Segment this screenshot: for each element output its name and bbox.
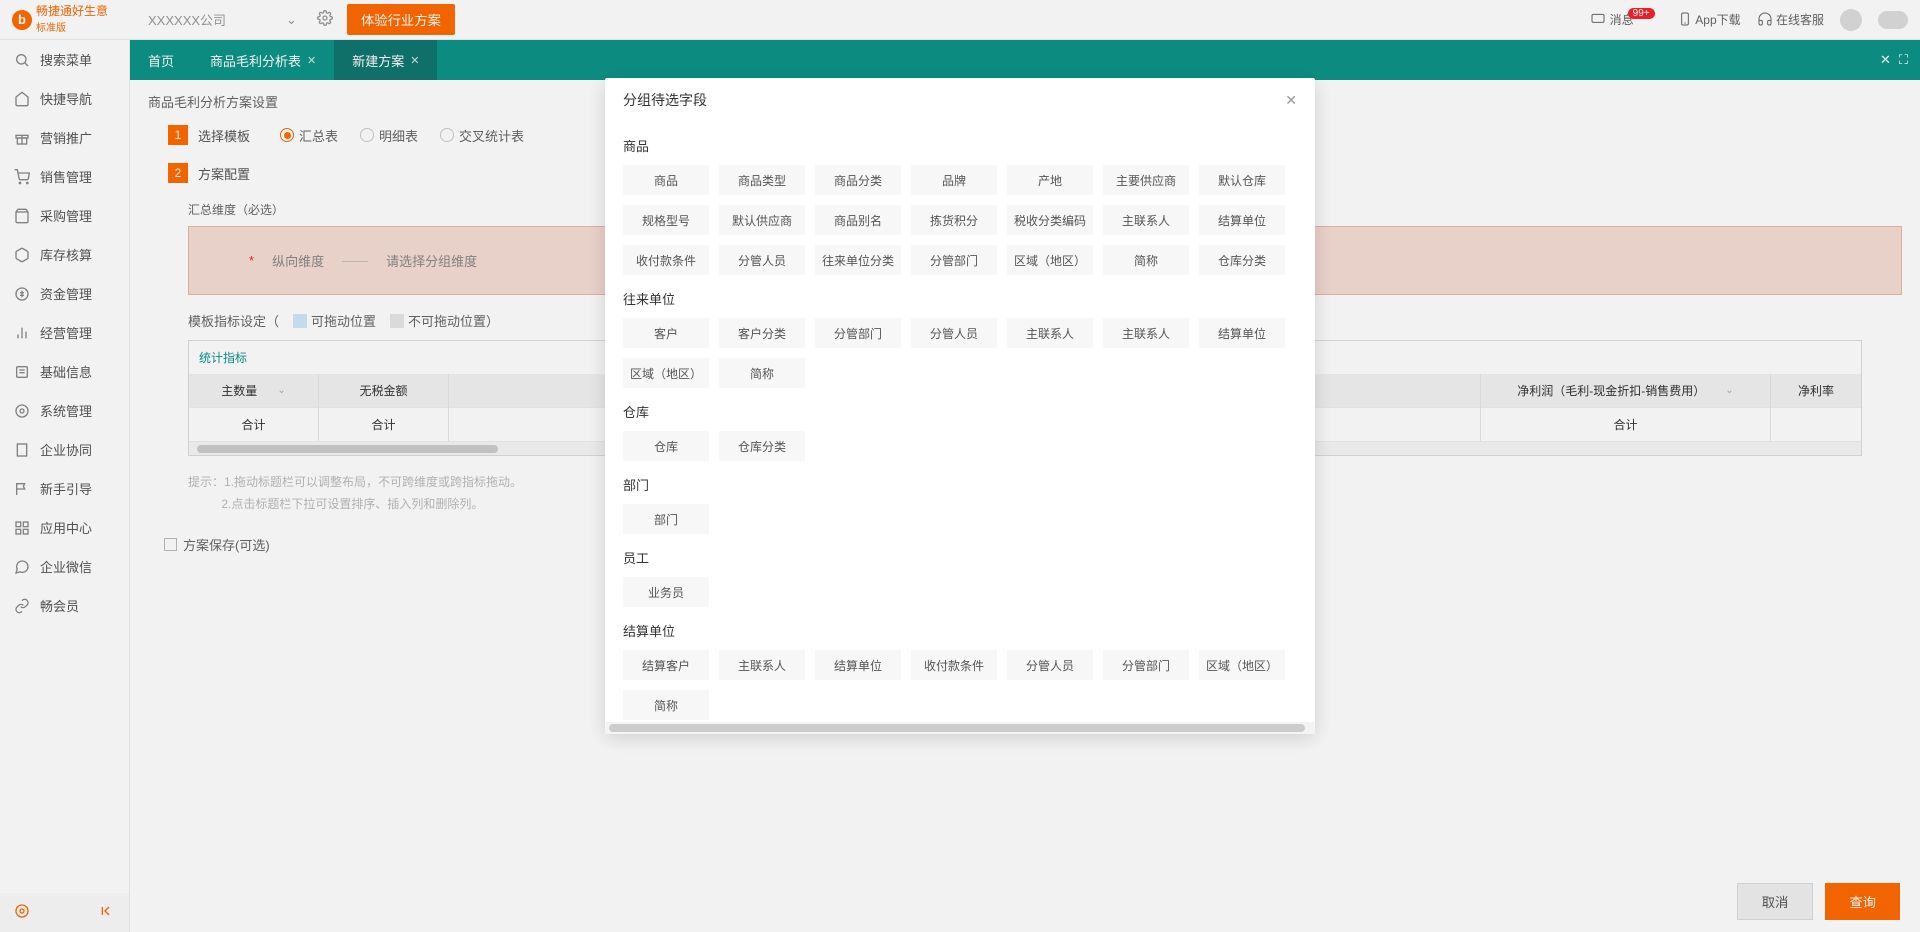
modal-close-button[interactable]: ✕: [1285, 92, 1297, 109]
modal-mask: 分组待选字段 ✕ 商品商品商品类型商品分类品牌产地主要供应商默认仓库规格型号默认…: [0, 0, 1920, 932]
field-tag[interactable]: 分管部门: [1103, 650, 1189, 680]
field-tag[interactable]: 结算客户: [623, 650, 709, 680]
modal-title: 分组待选字段: [623, 90, 707, 110]
field-tag[interactable]: 区域（地区）: [623, 358, 709, 388]
field-group: 仓库仓库仓库分类: [623, 402, 1309, 461]
field-tag[interactable]: 结算单位: [1199, 318, 1285, 348]
field-tag[interactable]: 商品: [623, 165, 709, 195]
field-tag[interactable]: 客户: [623, 318, 709, 348]
field-tag[interactable]: 商品别名: [815, 205, 901, 235]
field-tag[interactable]: 分管部门: [815, 318, 901, 348]
field-tag[interactable]: 区域（地区）: [1007, 245, 1093, 275]
field-tag[interactable]: 商品类型: [719, 165, 805, 195]
field-tag[interactable]: 分管部门: [911, 245, 997, 275]
field-tag[interactable]: 商品分类: [815, 165, 901, 195]
field-group: 结算单位结算客户主联系人结算单位收付款条件分管人员分管部门区域（地区）简称: [623, 621, 1309, 720]
field-tag[interactable]: 仓库分类: [1199, 245, 1285, 275]
field-tag[interactable]: 品牌: [911, 165, 997, 195]
field-tag[interactable]: 税收分类编码: [1007, 205, 1093, 235]
field-tag[interactable]: 主要供应商: [1103, 165, 1189, 195]
field-tag[interactable]: 业务员: [623, 577, 709, 607]
field-tag[interactable]: 主联系人: [1103, 318, 1189, 348]
field-tag[interactable]: 收付款条件: [623, 245, 709, 275]
field-tag[interactable]: 产地: [1007, 165, 1093, 195]
field-group: 部门部门: [623, 475, 1309, 534]
field-tag[interactable]: 分管人员: [1007, 650, 1093, 680]
field-tag-list: 仓库仓库分类: [623, 431, 1309, 461]
field-tag-list: 结算客户主联系人结算单位收付款条件分管人员分管部门区域（地区） 简称: [623, 650, 1309, 720]
field-tag[interactable]: 仓库: [623, 431, 709, 461]
modal-horizontal-scrollbar[interactable]: [605, 722, 1315, 734]
field-tag[interactable]: 默认仓库: [1199, 165, 1285, 195]
field-tag-list: 部门: [623, 504, 1309, 534]
field-tag-list: 业务员: [623, 577, 1309, 607]
field-group: 往来单位客户客户分类分管部门分管人员主联系人主联系人结算单位区域（地区）简称: [623, 289, 1309, 388]
field-tag[interactable]: 拣货积分: [911, 205, 997, 235]
field-selector-modal: 分组待选字段 ✕ 商品商品商品类型商品分类品牌产地主要供应商默认仓库规格型号默认…: [605, 78, 1315, 734]
field-tag[interactable]: 分管人员: [719, 245, 805, 275]
field-tag[interactable]: 分管人员: [911, 318, 997, 348]
field-tag[interactable]: 默认供应商: [719, 205, 805, 235]
field-tag-list: 商品商品类型商品分类品牌产地主要供应商默认仓库规格型号默认供应商商品别名拣货积分…: [623, 165, 1309, 275]
field-group-title: 员工: [623, 548, 1309, 567]
field-tag[interactable]: 客户分类: [719, 318, 805, 348]
field-tag[interactable]: 简称: [623, 690, 709, 720]
field-tag[interactable]: 收付款条件: [911, 650, 997, 680]
field-group-title: 部门: [623, 475, 1309, 494]
field-group-title: 仓库: [623, 402, 1309, 421]
field-group: 商品商品商品类型商品分类品牌产地主要供应商默认仓库规格型号默认供应商商品别名拣货…: [623, 136, 1309, 275]
field-group: 员工业务员: [623, 548, 1309, 607]
modal-header: 分组待选字段 ✕: [605, 78, 1315, 122]
field-tag[interactable]: 简称: [719, 358, 805, 388]
field-tag[interactable]: 仓库分类: [719, 431, 805, 461]
field-tag[interactable]: 主联系人: [1103, 205, 1189, 235]
modal-body[interactable]: 商品商品商品类型商品分类品牌产地主要供应商默认仓库规格型号默认供应商商品别名拣货…: [605, 122, 1315, 722]
field-tag[interactable]: 结算单位: [1199, 205, 1285, 235]
field-tag[interactable]: 主联系人: [719, 650, 805, 680]
field-tag[interactable]: 规格型号: [623, 205, 709, 235]
field-tag[interactable]: 区域（地区）: [1199, 650, 1285, 680]
field-group-title: 往来单位: [623, 289, 1309, 308]
field-tag-list: 客户客户分类分管部门分管人员主联系人主联系人结算单位区域（地区）简称: [623, 318, 1309, 388]
field-tag[interactable]: 简称: [1103, 245, 1189, 275]
field-group-title: 商品: [623, 136, 1309, 155]
field-tag[interactable]: 部门: [623, 504, 709, 534]
field-tag[interactable]: 结算单位: [815, 650, 901, 680]
field-tag[interactable]: 往来单位分类: [815, 245, 901, 275]
field-group-title: 结算单位: [623, 621, 1309, 640]
field-tag[interactable]: 主联系人: [1007, 318, 1093, 348]
